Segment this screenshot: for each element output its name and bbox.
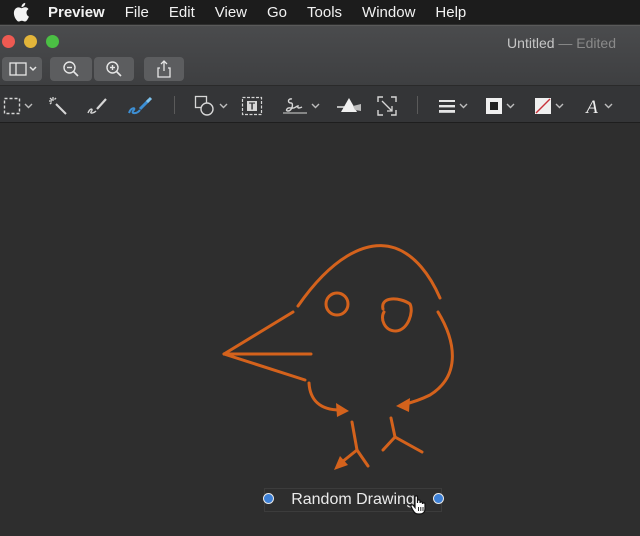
belly-arrowhead bbox=[336, 403, 349, 417]
belly-stroke bbox=[307, 381, 342, 412]
beak-upper-stroke bbox=[222, 310, 295, 356]
back-outline-stroke bbox=[400, 310, 454, 407]
text-box-right-resize-handle[interactable] bbox=[433, 493, 444, 504]
bird-drawing[interactable] bbox=[0, 0, 640, 536]
beak-lower-stroke bbox=[222, 352, 307, 382]
left-leg-stroke bbox=[350, 420, 370, 468]
right-eye-stroke bbox=[381, 297, 413, 333]
text-box-left-resize-handle[interactable] bbox=[263, 493, 274, 504]
left-foot-stroke bbox=[340, 448, 359, 464]
left-eye-stroke bbox=[324, 291, 350, 317]
hand-pointer-cursor-icon bbox=[410, 495, 426, 515]
right-foot-stroke bbox=[381, 435, 397, 452]
back-arrowhead bbox=[396, 398, 410, 412]
head-outline-stroke bbox=[296, 244, 442, 308]
right-leg-stroke bbox=[389, 416, 424, 454]
text-annotation-label[interactable]: Random Drawing bbox=[291, 491, 415, 509]
